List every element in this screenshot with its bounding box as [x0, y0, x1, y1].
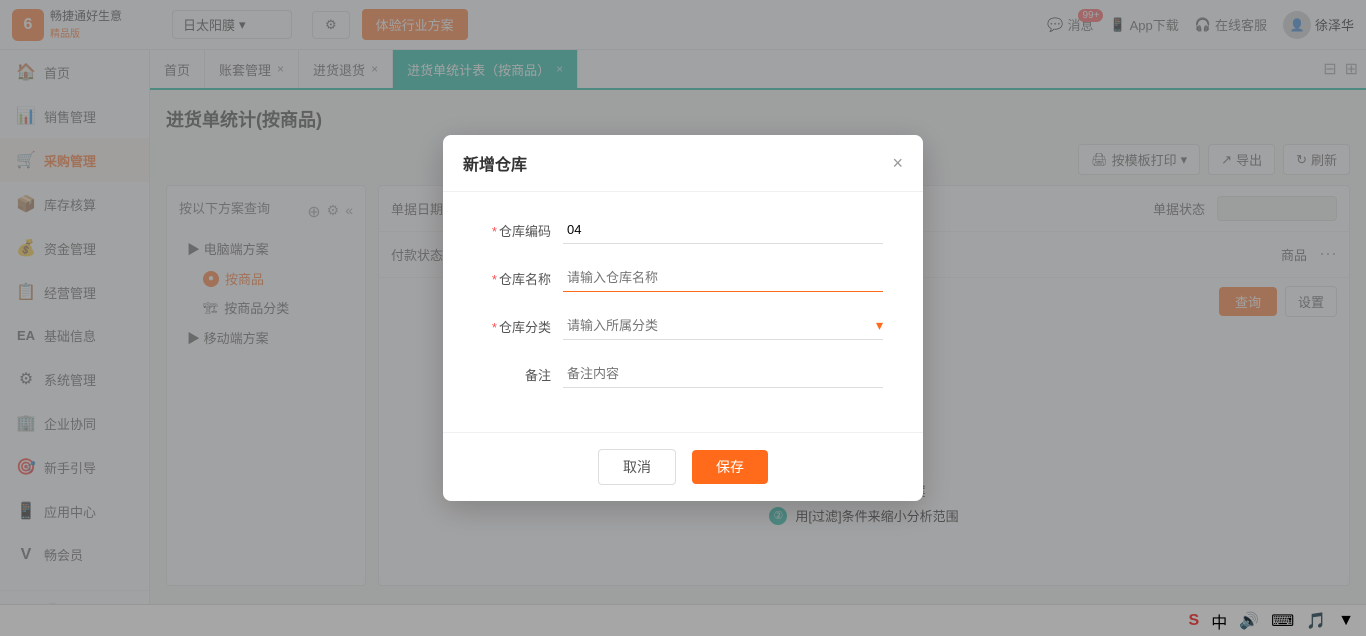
modal-new-warehouse: 新增仓库 × *仓库编码 *仓库名称 *仓库分类: [443, 135, 923, 501]
modal-body: *仓库编码 *仓库名称 *仓库分类 ▾: [443, 192, 923, 432]
modal-title: 新增仓库: [463, 151, 527, 175]
name-required-mark: *: [492, 272, 497, 287]
code-input[interactable]: [563, 216, 883, 244]
category-dropdown-icon[interactable]: ▾: [876, 317, 883, 334]
modal-header: 新增仓库 ×: [443, 135, 923, 192]
modal-close-btn[interactable]: ×: [892, 154, 903, 172]
cancel-btn[interactable]: 取消: [598, 449, 676, 485]
note-label: 备注: [483, 365, 563, 384]
category-required-mark: *: [492, 320, 497, 335]
form-row-note: 备注: [483, 360, 883, 388]
category-select-wrapper: ▾: [563, 312, 883, 340]
code-required-mark: *: [492, 224, 497, 239]
modal-footer: 取消 保存: [443, 432, 923, 501]
modal-overlay: 新增仓库 × *仓库编码 *仓库名称 *仓库分类: [0, 0, 1366, 636]
name-label: *仓库名称: [483, 269, 563, 288]
form-row-code: *仓库编码: [483, 216, 883, 244]
category-label: *仓库分类: [483, 317, 563, 336]
name-input[interactable]: [563, 264, 883, 292]
save-btn[interactable]: 保存: [692, 450, 768, 484]
note-input[interactable]: [563, 360, 883, 388]
form-row-category: *仓库分类 ▾: [483, 312, 883, 340]
category-select[interactable]: [563, 312, 876, 339]
form-row-name: *仓库名称: [483, 264, 883, 292]
code-label: *仓库编码: [483, 221, 563, 240]
